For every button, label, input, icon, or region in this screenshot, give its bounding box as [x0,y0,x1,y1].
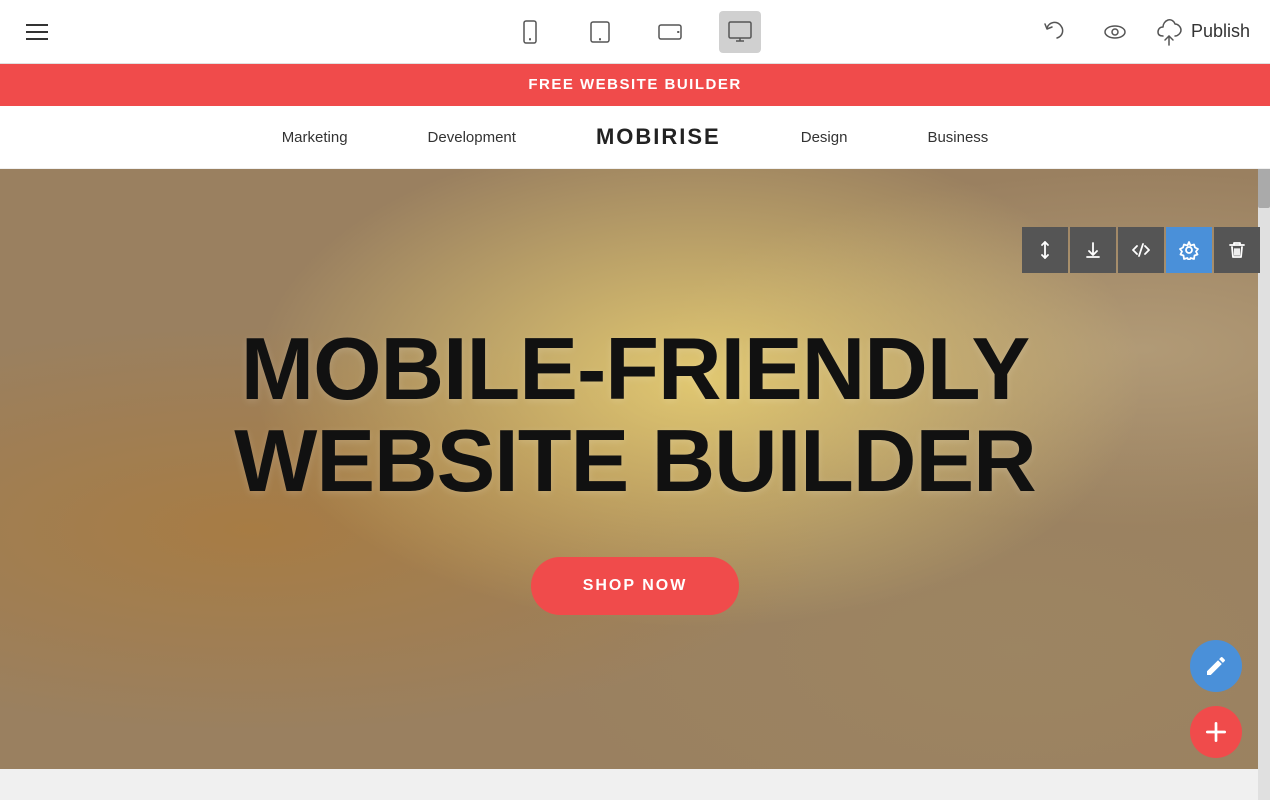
floating-add-button[interactable] [1190,706,1242,758]
nav-item-design[interactable]: Design [801,129,848,146]
undo-icon [1041,18,1069,46]
hero-title-line2: WEBSITE BUILDER [234,415,1035,507]
hero-title: MOBILE-FRIENDLY WEBSITE BUILDER [234,323,1035,508]
desktop-view-button[interactable] [719,11,761,53]
tablet-landscape-button[interactable] [649,11,691,53]
menu-button[interactable] [20,18,54,46]
block-settings-button[interactable] [1166,227,1212,273]
pencil-icon [1204,654,1228,678]
publish-label: Publish [1191,21,1250,42]
shop-now-button[interactable]: SHOP NOW [531,557,740,615]
eye-icon [1101,18,1129,46]
block-controls [1022,227,1260,273]
nav-item-marketing[interactable]: Marketing [282,129,348,146]
tablet-landscape-icon [657,19,683,45]
nav-logo: MOBIRISE [596,124,721,150]
preview-button[interactable] [1095,12,1135,52]
mobile-view-button[interactable] [509,11,551,53]
block-delete-button[interactable] [1214,227,1260,273]
top-toolbar: Publish [0,0,1270,64]
gear-icon [1179,240,1199,260]
nav-bar: Marketing Development MOBIRISE Design Bu… [0,106,1270,169]
download-icon [1083,240,1103,260]
nav-item-development[interactable]: Development [428,129,516,146]
hamburger-icon [26,24,48,40]
move-arrows-icon [1035,240,1055,260]
tablet-icon [587,19,613,45]
trash-icon [1227,240,1247,260]
nav-item-business[interactable]: Business [927,129,988,146]
plus-icon [1203,719,1229,745]
device-switcher [509,11,761,53]
code-icon [1131,240,1151,260]
toolbar-right: Publish [1035,12,1270,52]
website-content: FREE WEBSITE BUILDER Marketing Developme… [0,64,1270,800]
free-bar: FREE WEBSITE BUILDER [0,64,1270,106]
desktop-icon [727,19,753,45]
upload-cloud-icon [1155,18,1183,46]
undo-button[interactable] [1035,12,1075,52]
hero-title-line1: MOBILE-FRIENDLY [234,323,1035,415]
block-download-button[interactable] [1070,227,1116,273]
mobile-icon [517,19,543,45]
tablet-view-button[interactable] [579,11,621,53]
publish-button[interactable]: Publish [1155,18,1250,46]
block-code-button[interactable] [1118,227,1164,273]
floating-edit-button[interactable] [1190,640,1242,692]
free-bar-text: FREE WEBSITE BUILDER [528,76,741,93]
toolbar-left [0,18,54,46]
block-move-button[interactable] [1022,227,1068,273]
